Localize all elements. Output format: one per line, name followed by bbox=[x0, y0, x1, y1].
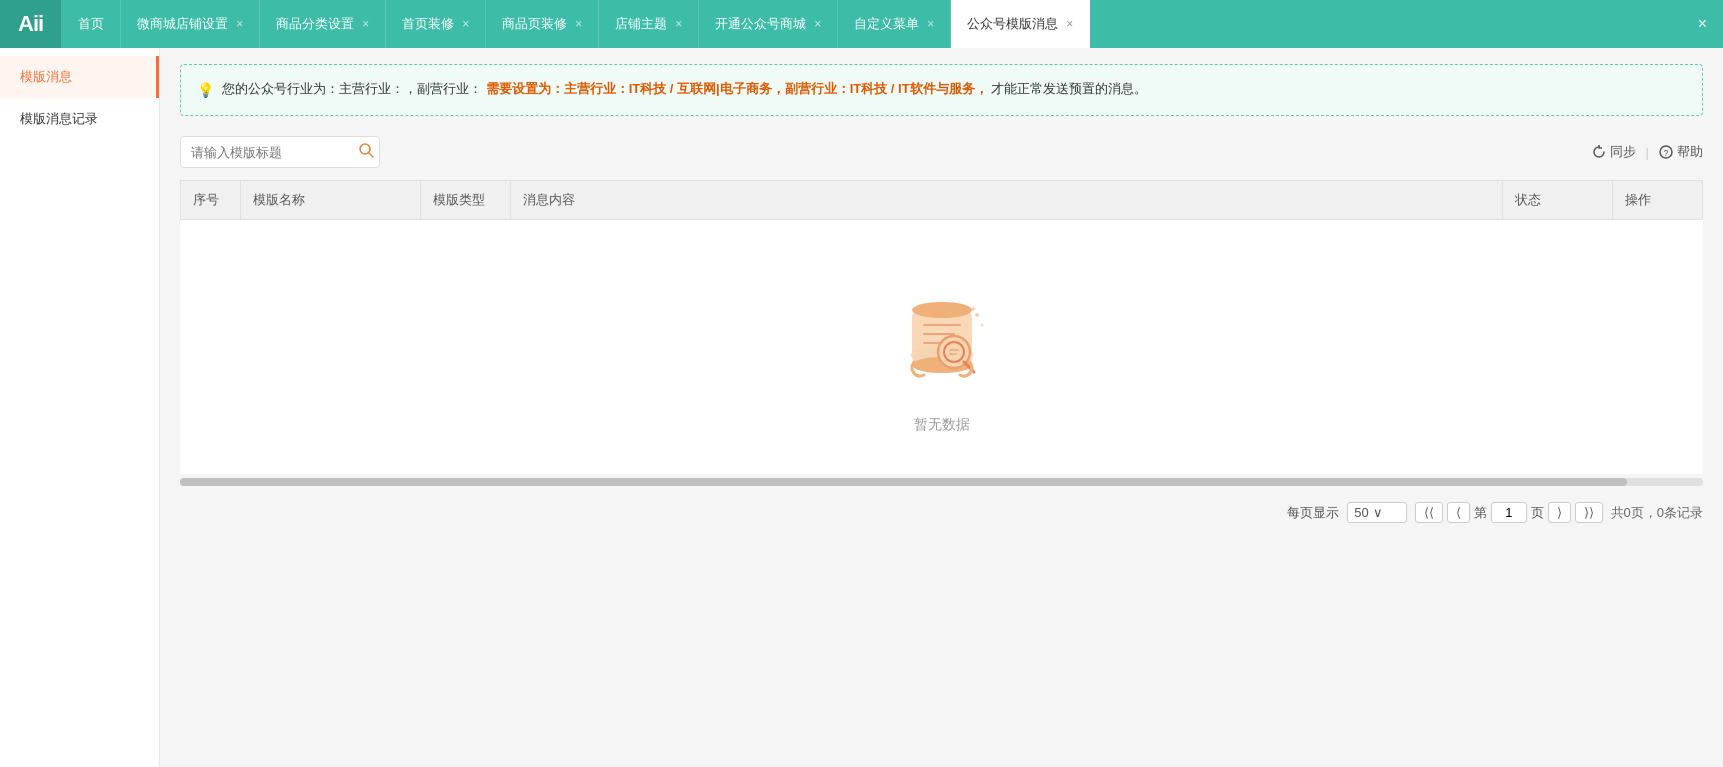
sync-button[interactable]: 同步 bbox=[1592, 143, 1636, 161]
search-input-wrap bbox=[180, 136, 380, 168]
svg-point-17 bbox=[980, 324, 983, 327]
first-page-icon2: ⟨ bbox=[1429, 505, 1434, 520]
page-label-post: 页 bbox=[1531, 504, 1544, 522]
next-page-icon: ⟩ bbox=[1557, 505, 1562, 520]
horizontal-scrollbar[interactable] bbox=[180, 478, 1703, 486]
svg-point-6 bbox=[912, 302, 972, 318]
sync-label: 同步 bbox=[1610, 143, 1636, 161]
page-label-pre: 第 bbox=[1474, 504, 1487, 522]
nav-tab-home[interactable]: 首页 bbox=[62, 0, 121, 48]
tab-label-custom-menu: 自定义菜单 bbox=[854, 15, 919, 33]
close-icon-open-shop[interactable]: × bbox=[814, 17, 821, 31]
close-icon-home-decor[interactable]: × bbox=[462, 17, 469, 31]
sidebar-label-template-record: 模版消息记录 bbox=[20, 111, 98, 126]
brand-label: Ai bbox=[18, 11, 38, 37]
svg-line-1 bbox=[369, 153, 373, 157]
table-wrap: 序号 模版名称 模版类型 消息内容 状态 bbox=[180, 180, 1703, 490]
close-icon-custom-menu[interactable]: × bbox=[927, 17, 934, 31]
sidebar-label-template-msg: 模版消息 bbox=[20, 69, 72, 84]
tab-label-template-msg: 公众号模版消息 bbox=[967, 15, 1058, 33]
notice-prefix: 您的公众号行业为：主营行业：，副营行业： bbox=[222, 81, 482, 96]
total-info: 共0页，0条记录 bbox=[1611, 504, 1703, 522]
col-header-status: 状态 bbox=[1503, 181, 1613, 220]
page-size-select[interactable]: 50 ∨ bbox=[1347, 502, 1407, 523]
nav-tab-home-decor[interactable]: 首页装修 × bbox=[386, 0, 486, 48]
notice-icon: 💡 bbox=[197, 79, 214, 101]
tab-label-product-category: 商品分类设置 bbox=[276, 15, 354, 33]
tab-label-wechat-shop: 微商城店铺设置 bbox=[137, 15, 228, 33]
nav-tab-product-decor[interactable]: 商品页装修 × bbox=[486, 0, 599, 48]
close-icon-product-decor[interactable]: × bbox=[575, 17, 582, 31]
notice-text: 您的公众号行业为：主营行业：，副营行业： 需要设置为：主营行业：IT科技 / 互… bbox=[222, 79, 1147, 100]
page-nav: ⟨ ⟨ ⟨ 第 页 ⟩ ⟩ ⟩ bbox=[1415, 502, 1602, 523]
brand-tab: Aii bbox=[0, 0, 62, 48]
tab-label-home-decor: 首页装修 bbox=[402, 15, 454, 33]
nav-tab-wechat-shop[interactable]: 微商城店铺设置 × bbox=[121, 0, 260, 48]
help-button[interactable]: ? 帮助 bbox=[1659, 143, 1703, 161]
col-header-type: 模版类型 bbox=[421, 181, 511, 220]
toolbar-right: 同步 | ? 帮助 bbox=[1592, 143, 1703, 161]
help-label: 帮助 bbox=[1677, 143, 1703, 161]
empty-illustration: ✦ bbox=[882, 280, 1002, 400]
nav-tab-product-category[interactable]: 商品分类设置 × bbox=[260, 0, 386, 48]
next-page-button[interactable]: ⟩ bbox=[1548, 502, 1571, 523]
chevron-down-icon: ∨ bbox=[1373, 505, 1383, 520]
sidebar-item-template-msg[interactable]: 模版消息 bbox=[0, 56, 159, 98]
page-number-input[interactable] bbox=[1491, 502, 1527, 523]
data-table: 序号 模版名称 模版类型 消息内容 状态 bbox=[180, 180, 1703, 474]
tab-label-home: 首页 bbox=[78, 15, 104, 33]
prev-page-button[interactable]: ⟨ bbox=[1447, 502, 1470, 523]
notice-suffix: 才能正常发送预置的消息。 bbox=[991, 81, 1147, 96]
prev-page-icon: ⟨ bbox=[1456, 505, 1461, 520]
sidebar: 模版消息 模版消息记录 bbox=[0, 48, 160, 767]
tab-label-shop-theme: 店铺主题 bbox=[615, 15, 667, 33]
tab-label-product-decor: 商品页装修 bbox=[502, 15, 567, 33]
nav-tab-shop-theme[interactable]: 店铺主题 × bbox=[599, 0, 699, 48]
close-icon-template-msg[interactable]: × bbox=[1066, 17, 1073, 31]
empty-state: ✦ 暂无数据 bbox=[181, 220, 1703, 474]
close-icon-shop-theme[interactable]: × bbox=[675, 17, 682, 31]
notice-highlight: 需要设置为：主营行业：IT科技 / 互联网|电子商务，副营行业：IT科技 / I… bbox=[486, 81, 988, 96]
nav-tab-custom-menu[interactable]: 自定义菜单 × bbox=[838, 0, 951, 48]
top-nav: Aii 首页 微商城店铺设置 × 商品分类设置 × 首页装修 × 商品页装修 ×… bbox=[0, 0, 1723, 48]
col-header-name: 模版名称 bbox=[241, 181, 421, 220]
page-size-value: 50 bbox=[1354, 505, 1368, 520]
close-icon-product-category[interactable]: × bbox=[362, 17, 369, 31]
main-layout: 模版消息 模版消息记录 💡 您的公众号行业为：主营行业：，副营行业： 需要设置为… bbox=[0, 48, 1723, 767]
svg-text:✦: ✦ bbox=[970, 305, 977, 314]
empty-text: 暂无数据 bbox=[181, 416, 1703, 434]
sidebar-item-template-record[interactable]: 模版消息记录 bbox=[0, 98, 159, 140]
notice-box: 💡 您的公众号行业为：主营行业：，副营行业： 需要设置为：主营行业：IT科技 /… bbox=[180, 64, 1703, 116]
search-input[interactable] bbox=[191, 145, 359, 160]
search-button[interactable] bbox=[359, 143, 374, 161]
toolbar-divider: | bbox=[1646, 145, 1649, 160]
col-header-content: 消息内容 bbox=[511, 181, 1503, 220]
first-page-button[interactable]: ⟨ ⟨ bbox=[1415, 502, 1443, 523]
pagination: 每页显示 50 ∨ ⟨ ⟨ ⟨ 第 页 ⟩ ⟩ bbox=[180, 490, 1703, 527]
col-header-action: 操作 bbox=[1613, 181, 1703, 220]
content-area: 💡 您的公众号行业为：主营行业：，副营行业： 需要设置为：主营行业：IT科技 /… bbox=[160, 48, 1723, 767]
empty-row: ✦ 暂无数据 bbox=[181, 220, 1703, 475]
svg-text:?: ? bbox=[1663, 148, 1668, 158]
tab-label-open-shop: 开通公众号商城 bbox=[715, 15, 806, 33]
page-size-label: 每页显示 bbox=[1287, 504, 1339, 522]
search-bar: 同步 | ? 帮助 bbox=[180, 136, 1703, 168]
last-page-button[interactable]: ⟩ ⟩ bbox=[1575, 502, 1603, 523]
scrollbar-thumb[interactable] bbox=[180, 478, 1627, 486]
col-header-seq: 序号 bbox=[181, 181, 241, 220]
close-all-button[interactable]: × bbox=[1682, 15, 1723, 33]
last-page-icon2: ⟩ bbox=[1589, 505, 1594, 520]
nav-tab-template-msg[interactable]: 公众号模版消息 × bbox=[951, 0, 1090, 48]
close-icon-wechat-shop[interactable]: × bbox=[236, 17, 243, 31]
nav-tab-open-shop[interactable]: 开通公众号商城 × bbox=[699, 0, 838, 48]
table-header-row: 序号 模版名称 模版类型 消息内容 状态 bbox=[181, 181, 1703, 220]
